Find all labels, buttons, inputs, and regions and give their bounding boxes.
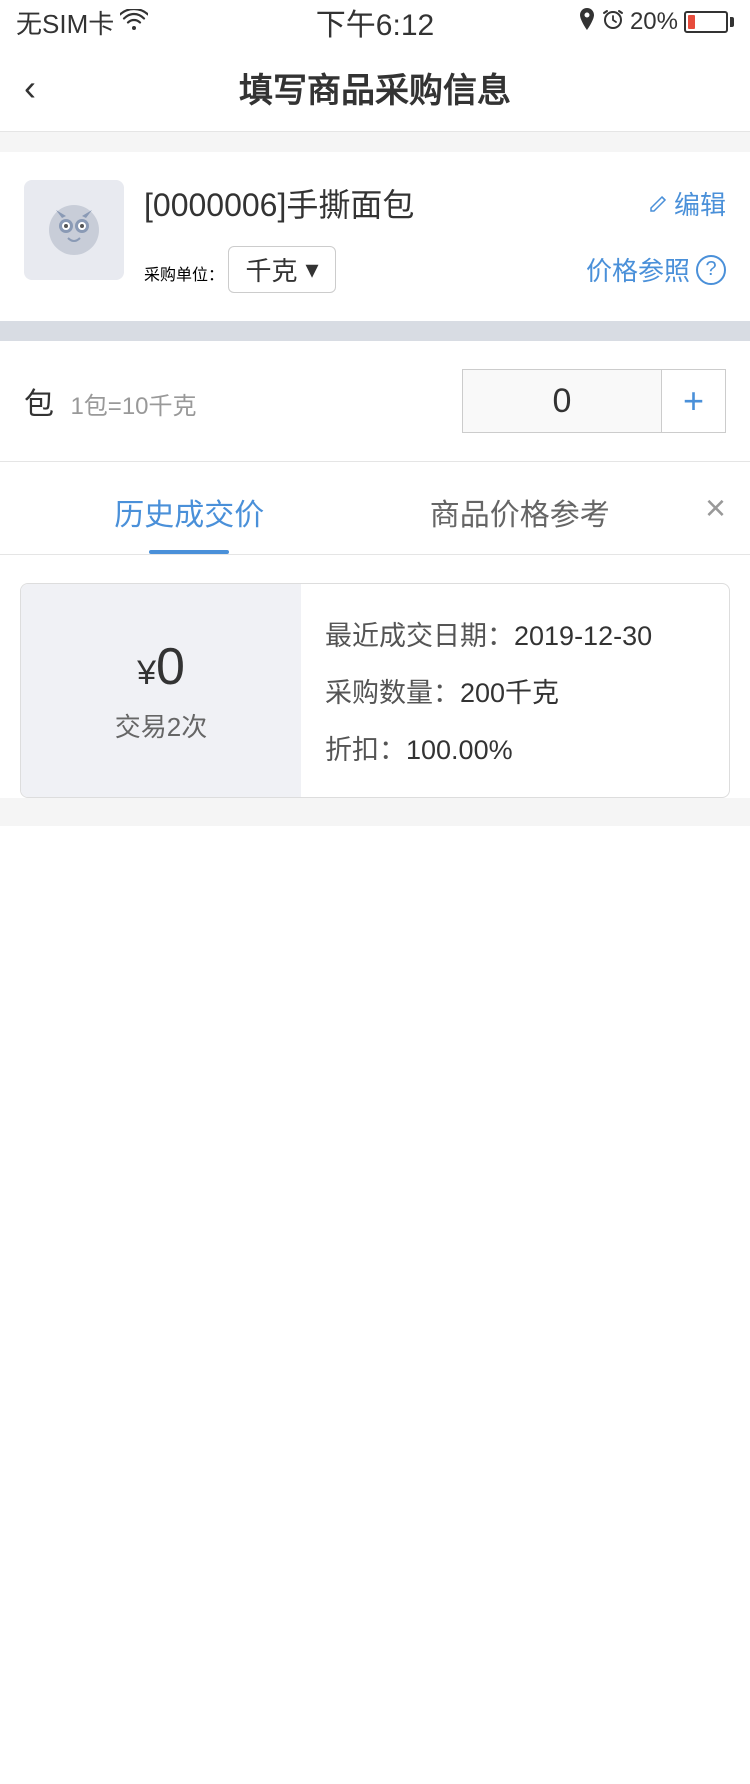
- recent-date-row: 最近成交日期：2019-12-30: [325, 614, 705, 653]
- back-button[interactable]: ‹: [24, 67, 36, 109]
- price-ref-label: 价格参照: [586, 251, 690, 288]
- alarm-icon: [602, 8, 624, 37]
- price-display: ¥0: [137, 637, 185, 697]
- quantity-plus-button[interactable]: +: [662, 369, 726, 433]
- tab-product-price-ref[interactable]: 商品价格参考: [354, 462, 684, 554]
- nav-bar: ‹ 填写商品采购信息: [0, 44, 750, 132]
- purchase-unit-label: 采购单位：: [144, 267, 224, 284]
- product-name-row: [0000006]手撕面包 编辑: [144, 180, 726, 226]
- page-background: [0, 826, 750, 1784]
- unit-value: 千克: [245, 251, 297, 288]
- bottom-panel: 历史成交价 商品价格参考 × ¥0 交易2次 最近成交日期：2019-12-30…: [0, 462, 750, 798]
- help-icon: ?: [696, 255, 726, 285]
- unit-label: 包: [24, 388, 54, 421]
- wifi-icon: [120, 7, 148, 38]
- purchase-qty-value: 200千克: [460, 678, 559, 708]
- product-full-name: [0000006]手撕面包: [144, 180, 414, 226]
- edit-label: 编辑: [674, 185, 726, 222]
- purchase-qty-row: 采购数量：200千克: [325, 671, 705, 710]
- chevron-down-icon: ▾: [305, 254, 318, 285]
- battery-percent: 20%: [630, 8, 678, 36]
- recent-date-value: 2019-12-30: [514, 621, 652, 651]
- currency-symbol: ¥: [137, 654, 156, 692]
- product-info: [0000006]手撕面包 编辑 采购单位： 千克 ▾ 价格参照 ?: [144, 180, 726, 293]
- unit-label-section: 包 1包=10千克: [24, 379, 197, 423]
- purchase-unit-row: 采购单位： 千克 ▾ 价格参照 ?: [144, 246, 726, 293]
- tab-history-price[interactable]: 历史成交价: [24, 462, 354, 554]
- status-bar: 无SIM卡 下午6:12 20%: [0, 0, 750, 44]
- location-icon: [578, 8, 596, 37]
- close-button[interactable]: ×: [685, 467, 726, 549]
- edit-button[interactable]: 编辑: [648, 185, 726, 222]
- product-thumbnail: [24, 180, 124, 280]
- status-right: 20%: [578, 8, 734, 37]
- status-time: 下午6:12: [316, 0, 434, 44]
- quantity-row: 包 1包=10千克 0 +: [0, 341, 750, 462]
- unit-sub-label: 1包=10千克: [70, 393, 196, 420]
- purchase-unit-section: 采购单位： 千克 ▾: [144, 246, 336, 293]
- tab-price-ref-label: 商品价格参考: [430, 499, 610, 532]
- carrier-text: 无SIM卡: [16, 4, 114, 41]
- tab-history-label: 历史成交价: [114, 499, 264, 532]
- price-amount: 0: [156, 638, 185, 696]
- unit-selector[interactable]: 千克 ▾: [228, 246, 335, 293]
- quantity-input[interactable]: 0: [462, 369, 662, 433]
- price-details: 最近成交日期：2019-12-30 采购数量：200千克 折扣：100.00%: [301, 584, 729, 797]
- discount-label: 折扣：: [325, 735, 406, 765]
- price-card: ¥0 交易2次 最近成交日期：2019-12-30 采购数量：200千克 折扣：…: [20, 583, 730, 798]
- trade-count: 交易2次: [115, 707, 207, 744]
- gray-divider: [0, 321, 750, 341]
- status-left: 无SIM卡: [16, 4, 148, 41]
- discount-row: 折扣：100.00%: [325, 728, 705, 767]
- quantity-control: 0 +: [462, 369, 726, 433]
- price-ref-button[interactable]: 价格参照 ?: [586, 251, 726, 288]
- price-summary: ¥0 交易2次: [21, 584, 301, 797]
- tab-bar: 历史成交价 商品价格参考 ×: [0, 462, 750, 555]
- purchase-qty-label: 采购数量：: [325, 678, 460, 708]
- recent-date-label: 最近成交日期：: [325, 621, 514, 651]
- discount-value: 100.00%: [406, 735, 513, 765]
- page-title: 填写商品采购信息: [239, 63, 511, 112]
- battery-icon: [684, 11, 734, 33]
- product-card: [0000006]手撕面包 编辑 采购单位： 千克 ▾ 价格参照 ?: [0, 152, 750, 321]
